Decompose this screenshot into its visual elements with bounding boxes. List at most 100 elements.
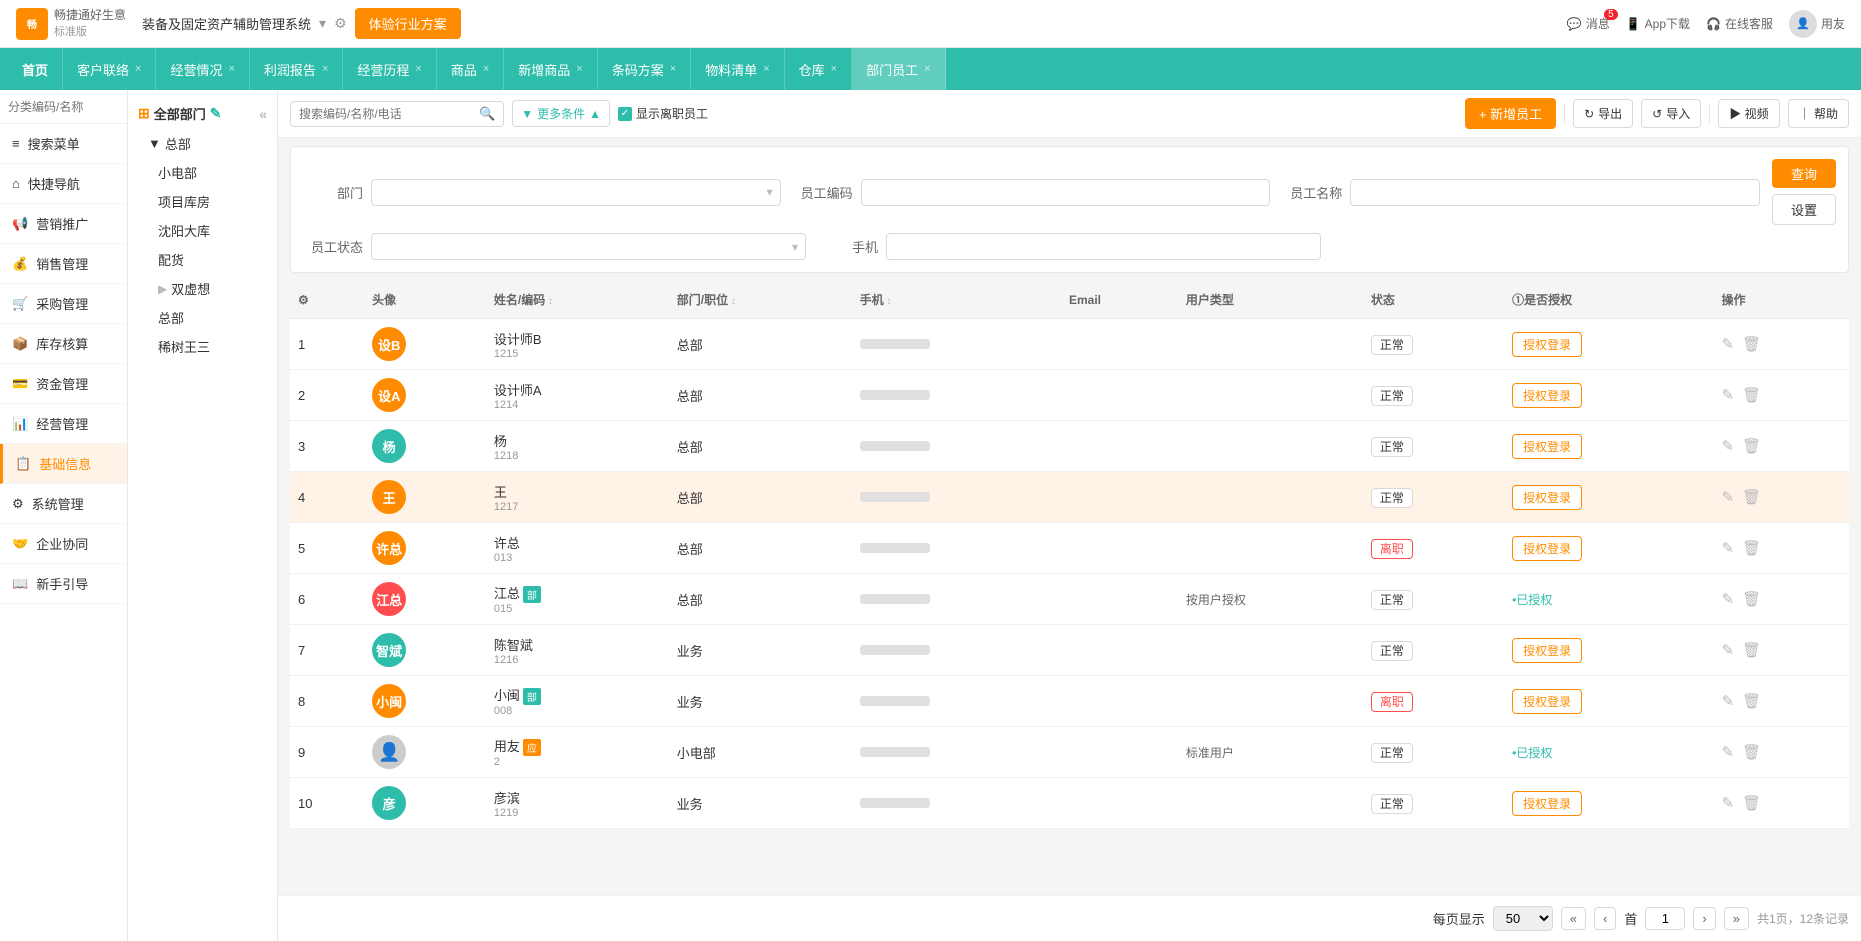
delete-icon[interactable]: 🗑: [1742, 386, 1761, 404]
edit-icon[interactable]: ✎: [1722, 539, 1735, 557]
user-group[interactable]: 👤 用友: [1789, 10, 1845, 38]
edit-icon[interactable]: ✎: [1722, 692, 1735, 710]
sidebar-item-basic[interactable]: 📋 基础信息: [0, 444, 127, 484]
close-new-goods-icon[interactable]: ×: [576, 63, 582, 75]
edit-icon[interactable]: ✎: [1722, 335, 1735, 353]
delete-icon[interactable]: 🗑: [1742, 692, 1761, 710]
filter-reset-button[interactable]: 设置: [1772, 194, 1836, 225]
app-download-group[interactable]: 📱 App下载: [1626, 15, 1690, 32]
dept-node-sparse[interactable]: 稀树王三: [128, 332, 277, 361]
first-page-button[interactable]: «: [1561, 907, 1586, 930]
view-button[interactable]: ▶ 视频: [1718, 99, 1779, 128]
edit-icon[interactable]: ✎: [1722, 437, 1735, 455]
edit-icon[interactable]: ✎: [1722, 794, 1735, 812]
sidebar-item-search[interactable]: ≡ 搜索菜单: [0, 124, 127, 164]
close-warehouse-icon[interactable]: ×: [831, 63, 837, 75]
filter-empname-input[interactable]: [1350, 179, 1760, 206]
filter-search-button[interactable]: 查询: [1772, 159, 1836, 188]
delete-icon[interactable]: 🗑: [1742, 437, 1761, 455]
authorize-button[interactable]: 授权登录: [1512, 536, 1582, 561]
delete-icon[interactable]: 🗑: [1742, 488, 1761, 506]
sidebar-item-quicknav[interactable]: ⌂ 快捷导航: [0, 164, 127, 204]
nav-tab-warehouse[interactable]: 仓库 ×: [785, 48, 852, 90]
filter-status-select[interactable]: 正常 离职: [371, 233, 806, 260]
sidebar-item-marketing[interactable]: 📢 营销推广: [0, 204, 127, 244]
delete-icon[interactable]: 🗑: [1742, 794, 1761, 812]
nav-tab-home[interactable]: 首页: [8, 48, 63, 90]
dept-node-project[interactable]: 项目库房: [128, 187, 277, 216]
trial-button[interactable]: 体验行业方案: [355, 8, 461, 39]
filter-dept-select[interactable]: [371, 179, 781, 206]
search-submit-icon[interactable]: 🔍: [479, 106, 495, 122]
system-dropdown-icon[interactable]: ▾: [319, 15, 326, 32]
import-button[interactable]: ↺ 导入: [1641, 99, 1701, 128]
nav-tab-profit[interactable]: 利润报告 ×: [250, 48, 343, 90]
show-resigned-toggle[interactable]: ✓ 显示离职员工: [618, 105, 708, 122]
export-button[interactable]: ↻ 导出: [1573, 99, 1633, 128]
edit-icon[interactable]: ✎: [1722, 488, 1735, 506]
nav-tab-history[interactable]: 经营历程 ×: [343, 48, 436, 90]
delete-icon[interactable]: 🗑: [1742, 590, 1761, 608]
close-bom-icon[interactable]: ×: [763, 63, 769, 75]
th-dept-pos[interactable]: 部门/职位: [669, 281, 852, 319]
last-page-button[interactable]: »: [1724, 907, 1749, 930]
authorize-button[interactable]: 授权登录: [1512, 485, 1582, 510]
authorize-button[interactable]: 授权登录: [1512, 383, 1582, 408]
delete-icon[interactable]: 🗑: [1742, 641, 1761, 659]
edit-icon[interactable]: ✎: [1722, 743, 1735, 761]
close-profit-icon[interactable]: ×: [322, 63, 328, 75]
close-employees-icon[interactable]: ×: [924, 63, 930, 75]
sidebar-item-purchase[interactable]: 🛒 采购管理: [0, 284, 127, 324]
close-goods-icon[interactable]: ×: [483, 63, 489, 75]
close-history-icon[interactable]: ×: [415, 63, 421, 75]
dept-node-small-elec[interactable]: 小电部: [128, 158, 277, 187]
authorize-button[interactable]: 授权登录: [1512, 434, 1582, 459]
authorize-button[interactable]: 授权登录: [1512, 638, 1582, 663]
edit-icon[interactable]: ✎: [1722, 386, 1735, 404]
delete-icon[interactable]: 🗑: [1742, 743, 1761, 761]
authorize-button[interactable]: 授权登录: [1512, 689, 1582, 714]
edit-icon[interactable]: ✎: [1722, 641, 1735, 659]
sidebar-item-operations[interactable]: 📊 经营管理: [0, 404, 127, 444]
add-employee-button[interactable]: + 新增员工: [1465, 98, 1556, 129]
prev-page-button[interactable]: ‹: [1594, 907, 1616, 930]
dept-collapse-icon[interactable]: «: [259, 106, 267, 122]
dept-node-hq[interactable]: ▼ 总部: [128, 129, 277, 158]
next-page-button[interactable]: ›: [1693, 907, 1715, 930]
filter-phone-input[interactable]: [886, 233, 1321, 260]
support-group[interactable]: 🎧 在线客服: [1706, 15, 1773, 32]
show-resigned-checkbox[interactable]: ✓: [618, 107, 632, 121]
page-size-select[interactable]: 50 20 100: [1493, 906, 1553, 931]
filter-empcode-input[interactable]: [861, 179, 1271, 206]
sidebar-item-sales[interactable]: 💰 销售管理: [0, 244, 127, 284]
sidebar-item-collab[interactable]: 🤝 企业协同: [0, 524, 127, 564]
th-name-code[interactable]: 姓名/编码: [486, 281, 669, 319]
authorize-button[interactable]: 授权登录: [1512, 332, 1582, 357]
sidebar-item-finance[interactable]: 💳 资金管理: [0, 364, 127, 404]
close-customers-icon[interactable]: ×: [135, 63, 141, 75]
dept-node-dual[interactable]: ▶ 双虚想: [128, 274, 277, 303]
page-number-input[interactable]: [1645, 907, 1685, 930]
nav-tab-bom[interactable]: 物料清单 ×: [691, 48, 784, 90]
sidebar-item-system[interactable]: ⚙ 系统管理: [0, 484, 127, 524]
dept-node-dist[interactable]: 配货: [128, 245, 277, 274]
delete-icon[interactable]: 🗑: [1742, 539, 1761, 557]
help-button[interactable]: ｜ 帮助: [1788, 99, 1849, 128]
nav-tab-customers[interactable]: 客户联络 ×: [63, 48, 156, 90]
nav-tab-goods[interactable]: 商品 ×: [437, 48, 504, 90]
authorize-button[interactable]: 授权登录: [1512, 791, 1582, 816]
sidebar-item-inventory[interactable]: 📦 库存核算: [0, 324, 127, 364]
settings-icon[interactable]: ⚙: [334, 15, 347, 32]
th-phone[interactable]: 手机: [852, 281, 1061, 319]
search-box[interactable]: 🔍: [290, 101, 504, 127]
dept-edit-icon[interactable]: ✎: [210, 105, 222, 122]
dept-node-shenyang[interactable]: 沈阳大库: [128, 216, 277, 245]
message-icon-group[interactable]: 💬 消息 5: [1567, 15, 1610, 32]
nav-tab-barcode[interactable]: 条码方案 ×: [598, 48, 691, 90]
sidebar-item-guide[interactable]: 📖 新手引导: [0, 564, 127, 604]
dept-node-hq2[interactable]: 总部: [128, 303, 277, 332]
close-barcode-icon[interactable]: ×: [670, 63, 676, 75]
close-business-icon[interactable]: ×: [228, 63, 234, 75]
more-filter-btn[interactable]: ▼ 更多条件 ▲: [512, 100, 610, 127]
sidebar-search-input[interactable]: [8, 100, 128, 114]
